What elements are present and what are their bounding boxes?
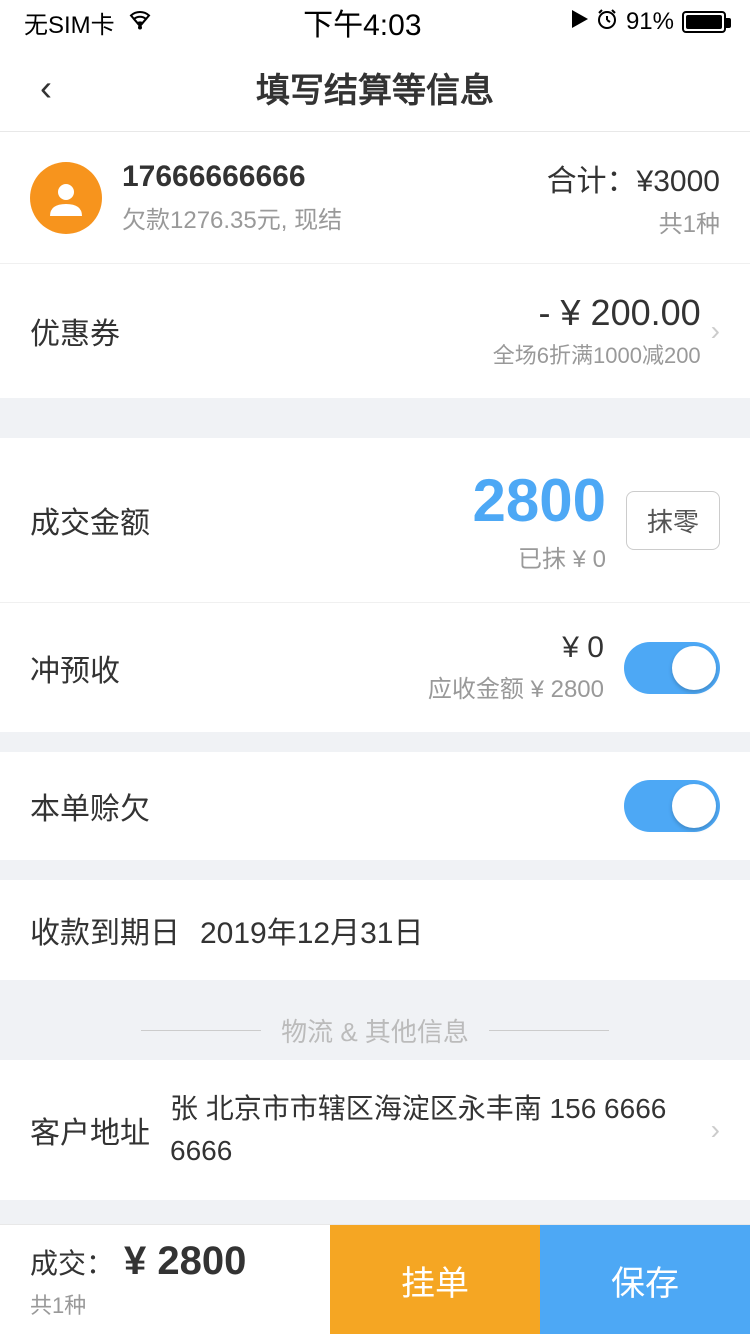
- credit-toggle-knob: [672, 784, 716, 828]
- credit-order-label: 本单赊欠: [30, 784, 150, 828]
- carrier-text: 无SIM卡: [24, 5, 115, 40]
- alarm-icon: [596, 8, 618, 37]
- status-left: 无SIM卡: [24, 5, 155, 40]
- precollect-sub: 应收金额 ¥ 2800: [428, 669, 604, 704]
- save-button[interactable]: 保存: [540, 1225, 750, 1334]
- deal-section: 成交金额 2800 已抹 ¥ 0 抹零 冲预收 ¥ 0 应收金额 ¥ 2800: [0, 438, 750, 732]
- precollect-right: ¥ 0 应收金额 ¥ 2800: [428, 631, 720, 704]
- hang-button[interactable]: 挂单: [330, 1225, 540, 1334]
- avatar: [30, 162, 102, 234]
- wifi-icon: [125, 8, 155, 37]
- battery-icon: [682, 11, 726, 33]
- address-value: 张 北京市市辖区海淀区永丰南 156 6666 6666: [170, 1088, 691, 1172]
- precollect-label: 冲预收: [30, 646, 120, 690]
- battery-text: 91%: [626, 8, 674, 36]
- bottom-actions: 挂单 保存: [330, 1225, 750, 1334]
- bottom-deal-count: 共1种: [30, 1288, 300, 1320]
- coupon-label: 优惠券: [30, 309, 120, 353]
- total-count: 共1种: [547, 204, 720, 239]
- deal-amount-value: 2800: [473, 466, 606, 535]
- divider-1: [0, 418, 750, 438]
- due-date-row: 收款到期日 2019年12月31日: [0, 880, 750, 980]
- bottom-summary: 成交： ¥ 2800 共1种: [0, 1239, 330, 1320]
- status-bar: 无SIM卡 下午4:03 91%: [0, 0, 750, 44]
- coupon-info: - ¥ 200.00 全场6折满1000减200: [493, 292, 701, 370]
- customer-left: 17666666666 欠款1276.35元, 现结: [30, 160, 342, 235]
- bottom-deal-label: 成交：: [30, 1242, 114, 1282]
- bottom-deal-amount: ¥ 2800: [124, 1239, 246, 1284]
- customer-right: 合计：¥3000 共1种: [547, 156, 720, 239]
- coupon-amount: - ¥ 200.00: [493, 292, 701, 334]
- total-amount: 合计：¥3000: [547, 156, 720, 200]
- nav-bar: ‹ 填写结算等信息: [0, 44, 750, 132]
- status-time: 下午4:03: [303, 0, 421, 44]
- bottom-deal-row: 成交： ¥ 2800: [30, 1239, 300, 1284]
- logistics-divider-text: 物流 & 其他信息: [141, 1012, 609, 1049]
- address-chevron-icon: ›: [711, 1114, 720, 1146]
- precollect-amounts: ¥ 0 应收金额 ¥ 2800: [428, 631, 604, 704]
- coupon-right: - ¥ 200.00 全场6折满1000减200 ›: [493, 292, 720, 370]
- customer-phone: 17666666666: [122, 160, 342, 194]
- location-icon: [570, 8, 588, 37]
- deal-amount-sub: 已抹 ¥ 0: [473, 539, 606, 574]
- address-row[interactable]: 客户地址 张 北京市市辖区海淀区永丰南 156 6666 6666 ›: [0, 1060, 750, 1200]
- address-label: 客户地址: [30, 1108, 150, 1152]
- main-content: 17666666666 欠款1276.35元, 现结 合计：¥3000 共1种 …: [0, 132, 750, 1330]
- credit-order-toggle[interactable]: [624, 780, 720, 832]
- due-date-value: 2019年12月31日: [200, 908, 423, 952]
- divider-2: [0, 732, 750, 752]
- precollect-toggle[interactable]: [624, 642, 720, 694]
- due-date-label: 收款到期日: [30, 908, 180, 952]
- coupon-chevron-icon: ›: [711, 315, 720, 347]
- precollect-row: 冲预收 ¥ 0 应收金额 ¥ 2800: [0, 602, 750, 732]
- deal-amount-group: 2800 已抹 ¥ 0: [473, 466, 606, 574]
- bottom-bar: 成交： ¥ 2800 共1种 挂单 保存: [0, 1224, 750, 1334]
- precollect-value: ¥ 0: [428, 631, 604, 665]
- customer-card: 17666666666 欠款1276.35元, 现结 合计：¥3000 共1种 …: [0, 132, 750, 398]
- toggle-knob: [672, 646, 716, 690]
- coupon-row[interactable]: 优惠券 - ¥ 200.00 全场6折满1000减200 ›: [0, 263, 750, 398]
- credit-order-row: 本单赊欠: [0, 752, 750, 860]
- customer-row: 17666666666 欠款1276.35元, 现结 合计：¥3000 共1种: [0, 132, 750, 263]
- coupon-desc: 全场6折满1000减200: [493, 338, 701, 370]
- nav-title: 填写结算等信息: [256, 63, 494, 112]
- logistics-divider: 物流 & 其他信息: [0, 1000, 750, 1060]
- back-button[interactable]: ‹: [30, 57, 62, 119]
- customer-sub: 欠款1276.35元, 现结: [122, 200, 342, 235]
- deal-amount-row: 成交金额 2800 已抹 ¥ 0 抹零: [0, 438, 750, 602]
- customer-info: 17666666666 欠款1276.35元, 现结: [122, 160, 342, 235]
- deal-amount-right: 2800 已抹 ¥ 0 抹零: [473, 466, 721, 574]
- deal-amount-label: 成交金额: [30, 498, 150, 542]
- status-right: 91%: [570, 8, 726, 37]
- round-button[interactable]: 抹零: [626, 491, 720, 550]
